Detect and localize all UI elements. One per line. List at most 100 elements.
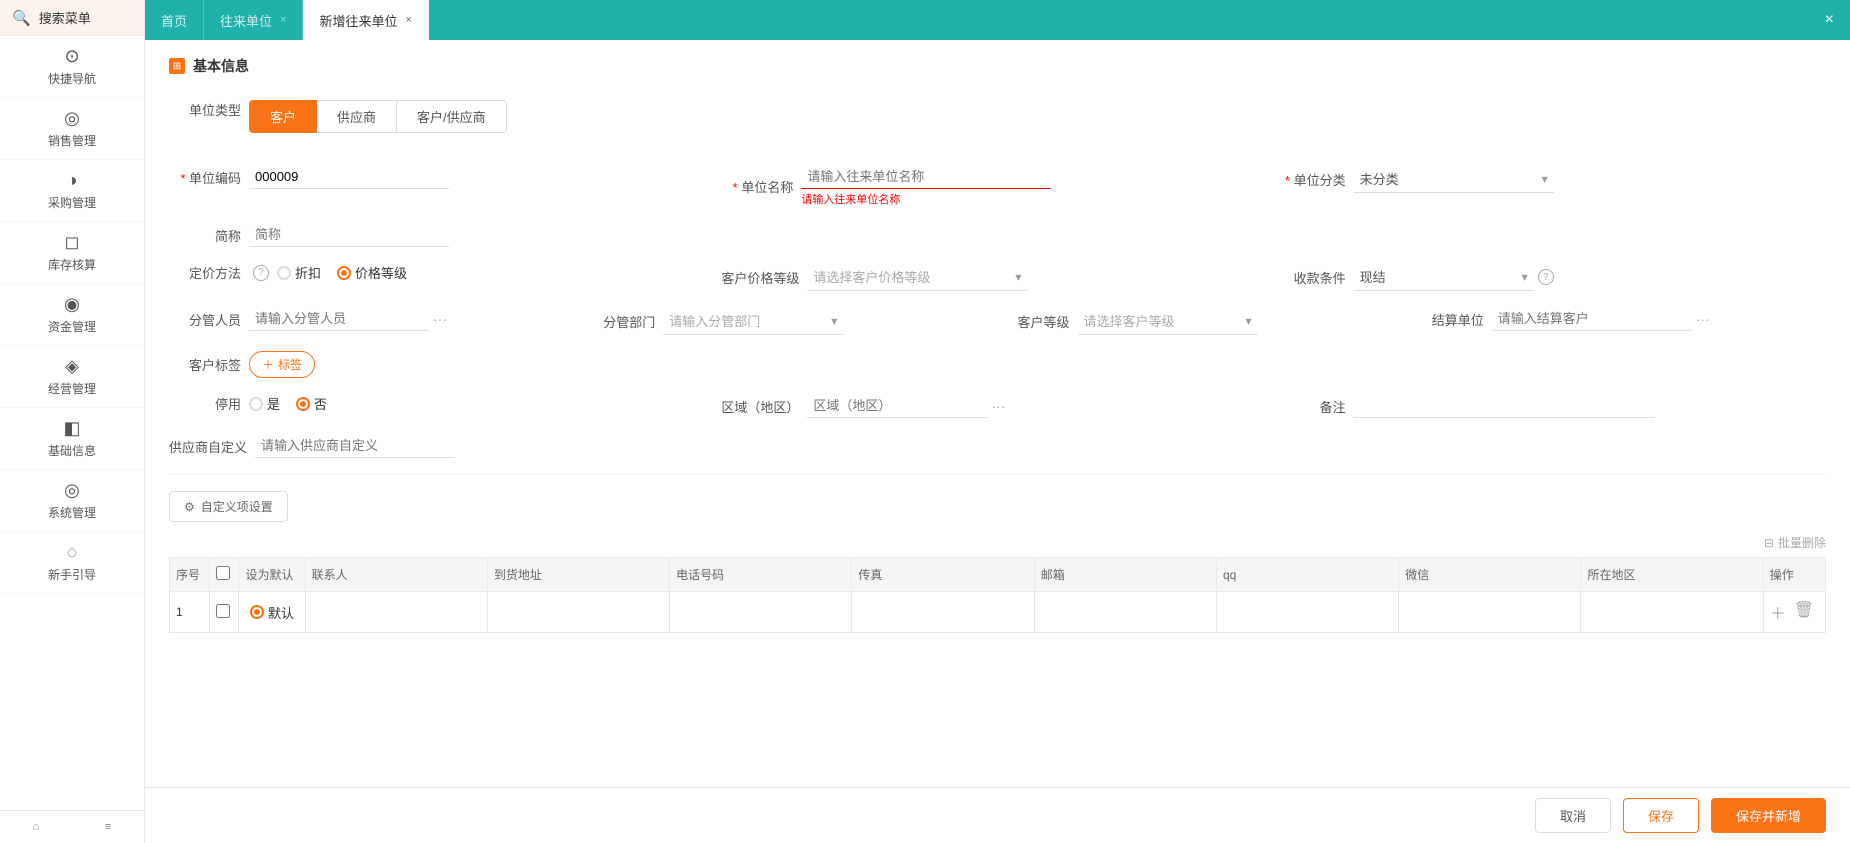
default-radio-circle [250, 605, 264, 619]
sidebar-item-label: 经营管理 [48, 380, 96, 397]
search-icon: 🔍 [12, 9, 31, 27]
sidebar-item-inventory[interactable]: ◻ 库存核算 [0, 222, 144, 284]
unit-name-input[interactable] [801, 165, 1051, 189]
sidebar-item-basic[interactable]: ◧ 基础信息 [0, 408, 144, 470]
short-name-group: 简称 [169, 223, 1826, 247]
row-supplier-custom: 供应商自定义 [169, 434, 1826, 458]
pricing-level-radio[interactable]: 价格等级 [337, 263, 407, 282]
supplier-custom-input[interactable] [255, 434, 455, 458]
cell-location[interactable] [1581, 592, 1763, 633]
manager-more-icon[interactable]: ··· [433, 311, 447, 327]
unit-type-customer[interactable]: 客户 [249, 100, 317, 133]
unit-name-group: 单位名称 请输入往来单位名称 [721, 165, 1273, 207]
unit-type-row: 单位类型 客户 供应商 客户/供应商 [169, 100, 1826, 149]
supplier-custom-group: 供应商自定义 [169, 434, 1826, 458]
dept-select[interactable]: 请输入分管部门 ▾ [663, 307, 843, 335]
add-tag-label: 标签 [278, 356, 302, 373]
cell-default[interactable]: 默认 [239, 592, 305, 633]
pricing-help-icon[interactable]: ? [253, 265, 269, 281]
save-new-button[interactable]: 保存并新增 [1711, 798, 1826, 833]
add-row-icon[interactable]: ＋ [1770, 600, 1786, 624]
col-address: 到货地址 [487, 558, 669, 592]
tab-partner-close[interactable]: × [280, 14, 286, 26]
manager-input[interactable] [249, 307, 429, 331]
price-level-radio-circle [337, 266, 351, 280]
short-name-input[interactable] [249, 223, 449, 247]
pricing-discount-radio[interactable]: 折扣 [277, 263, 321, 282]
cell-actions: ＋ 🗑 [1763, 592, 1825, 633]
cell-wechat[interactable] [1399, 592, 1581, 633]
payment-terms-select[interactable]: 现结 ▾ [1354, 263, 1534, 291]
batch-delete-btn[interactable]: ⊟ 批量删除 [169, 534, 1826, 551]
home-btn[interactable]: ⌂ [0, 811, 72, 843]
cancel-button[interactable]: 取消 [1535, 798, 1611, 833]
customer-tag-group: 客户标签 ＋ 标签 [169, 351, 1826, 378]
col-checkbox[interactable] [210, 558, 239, 592]
unit-name-error: 请输入往来单位名称 [801, 191, 1273, 207]
row-customer-tag: 客户标签 ＋ 标签 [169, 351, 1826, 378]
sidebar-item-quick-nav[interactable]: ⊙ 快捷导航 [0, 36, 144, 98]
customer-price-level-select[interactable]: 请选择客户价格等级 ▾ [807, 263, 1027, 291]
unit-type-both[interactable]: 客户/供应商 [397, 100, 507, 133]
sidebar-item-finance[interactable]: ◉ 资金管理 [0, 284, 144, 346]
payment-terms-help-icon[interactable]: ? [1538, 269, 1554, 285]
cell-checkbox[interactable] [210, 592, 239, 633]
tab-new-partner[interactable]: 新增往来单位 × [303, 0, 428, 40]
sidebar-item-guide[interactable]: ◌ 新手引导 [0, 532, 144, 594]
sidebar-item-sales[interactable]: ◎ 销售管理 [0, 98, 144, 160]
cell-qq[interactable] [1216, 592, 1398, 633]
tab-bar: 首页 往来单位 × 新增往来单位 × × [145, 0, 1850, 40]
unit-type-supplier[interactable]: 供应商 [317, 100, 397, 133]
tab-new-partner-label: 新增往来单位 [319, 11, 397, 30]
menu-btn[interactable]: ≡ [72, 811, 144, 843]
save-button[interactable]: 保存 [1623, 798, 1699, 833]
customer-level-select[interactable]: 请选择客户等级 ▾ [1078, 307, 1258, 335]
row-manager: 分管人员 ··· 分管部门 请输入分管部门 ▾ 客户等级 请选择客户等级 ▾ [169, 307, 1826, 335]
disable-radio-group: 是 否 [249, 394, 327, 413]
col-phone: 电话号码 [670, 558, 852, 592]
chevron-down-icon3: ▾ [1522, 270, 1528, 284]
delete-row-icon[interactable]: 🗑 [1794, 600, 1814, 624]
settlement-more-icon[interactable]: ··· [1696, 311, 1710, 327]
cell-contact[interactable] [305, 592, 487, 633]
region-input[interactable] [807, 394, 987, 418]
sidebar-item-label: 新手引导 [48, 566, 96, 583]
sidebar-item-purchase[interactable]: ◑ 采购管理 [0, 160, 144, 222]
settlement-unit-input[interactable] [1492, 307, 1692, 331]
add-tag-button[interactable]: ＋ 标签 [249, 351, 315, 378]
gear-icon: ⚙ [184, 500, 195, 514]
basic-icon: ◧ [63, 418, 80, 439]
cell-phone[interactable] [670, 592, 852, 633]
tab-bar-close-all[interactable]: × [1809, 11, 1850, 29]
disable-yes-label: 是 [267, 394, 280, 413]
cell-address[interactable] [487, 592, 669, 633]
cell-email[interactable] [1034, 592, 1216, 633]
sidebar-item-system[interactable]: ◎ 系统管理 [0, 470, 144, 532]
custom-settings-label: 自定义项设置 [201, 498, 273, 515]
unit-type-label: 单位类型 [189, 103, 241, 118]
disable-yes-circle [249, 397, 263, 411]
tab-partner[interactable]: 往来单位 × [204, 0, 303, 40]
disable-yes-radio[interactable]: 是 [249, 394, 280, 413]
sidebar-item-operations[interactable]: ◈ 经营管理 [0, 346, 144, 408]
sidebar-item-label: 采购管理 [48, 194, 96, 211]
row-disable-region-remark: 停用 是 否 区域（地区） ··· [169, 394, 1826, 418]
form-area: ⊞ 基本信息 单位类型 客户 供应商 客户/供应商 单位编码 [145, 40, 1850, 787]
tab-new-partner-close[interactable]: × [405, 14, 411, 26]
col-location: 所在地区 [1581, 558, 1763, 592]
tab-home[interactable]: 首页 [145, 0, 204, 40]
unit-code-input[interactable] [249, 165, 449, 189]
custom-settings-button[interactable]: ⚙ 自定义项设置 [169, 491, 288, 522]
payment-terms-label: 收款条件 [1274, 268, 1354, 287]
remark-input[interactable] [1354, 394, 1654, 418]
search-menu[interactable]: 🔍 搜索菜单 [0, 0, 144, 36]
sidebar-item-label: 基础信息 [48, 442, 96, 459]
contact-table: 序号 设为默认 联系人 到货地址 电话号码 传真 邮箱 qq 微信 所在地区 操… [169, 557, 1826, 633]
search-menu-label: 搜索菜单 [39, 8, 91, 27]
unit-category-select[interactable]: 未分类 ▾ [1354, 165, 1554, 193]
region-group: 区域（地区） ··· [721, 394, 1273, 418]
region-more-icon[interactable]: ··· [991, 398, 1005, 414]
disable-no-radio[interactable]: 否 [296, 394, 327, 413]
short-name-label: 简称 [169, 226, 249, 245]
cell-fax[interactable] [852, 592, 1034, 633]
